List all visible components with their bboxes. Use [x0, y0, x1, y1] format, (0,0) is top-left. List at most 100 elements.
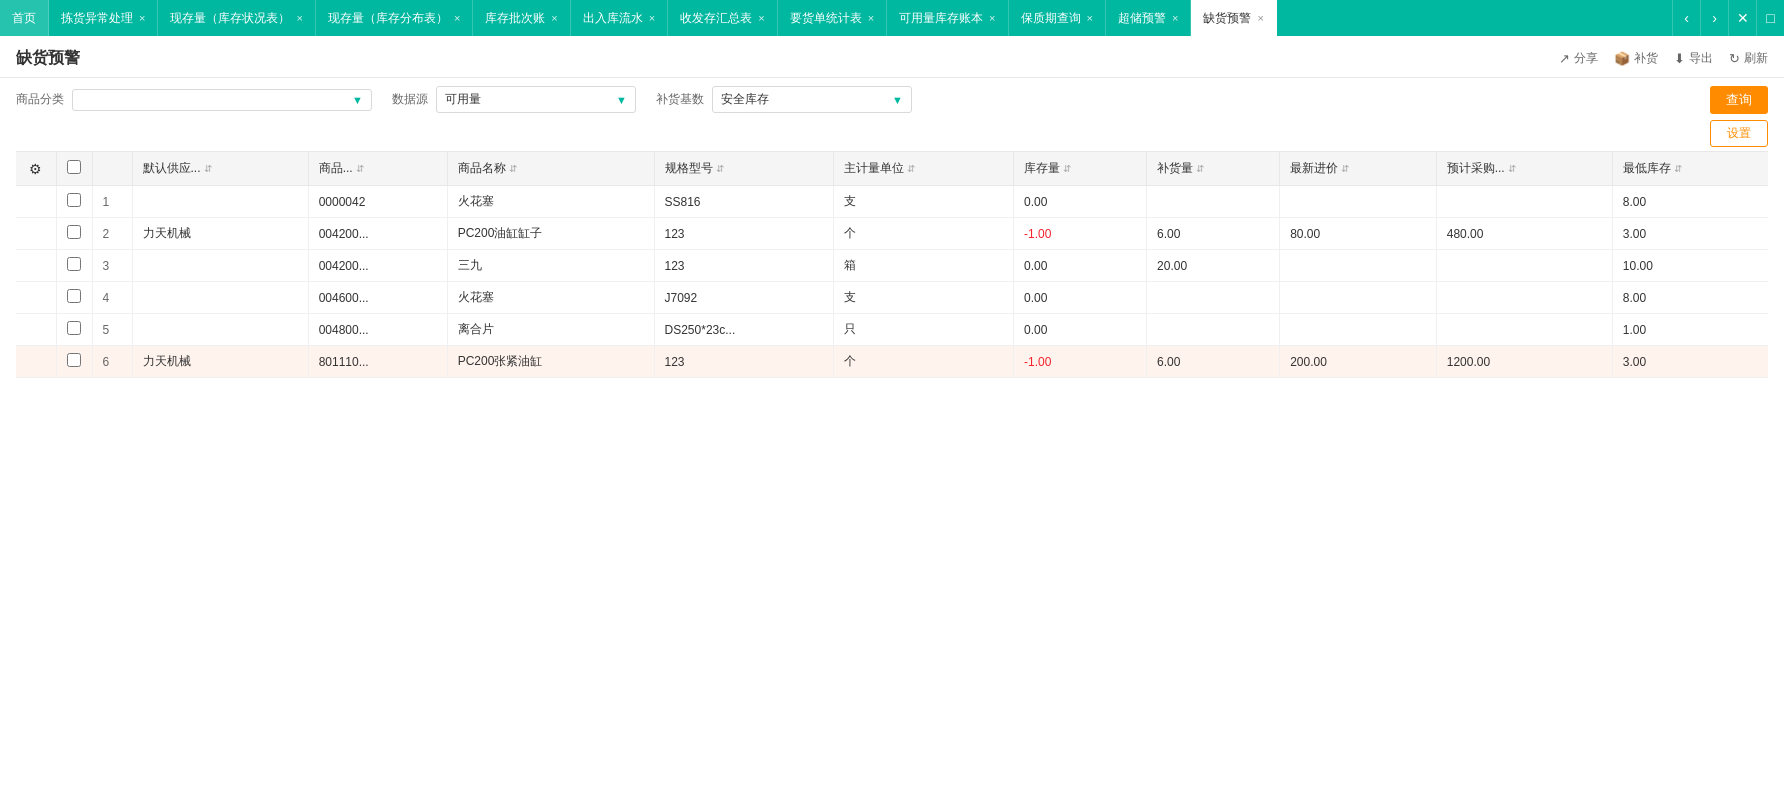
row-spec: J7092 — [654, 282, 833, 314]
tab-item-stock-status[interactable]: 现存量（库存状况表）× — [158, 0, 315, 36]
tab-item-home[interactable]: 首页 — [0, 0, 49, 36]
col-header-min-stock[interactable]: 最低库存 ⇵ — [1612, 152, 1768, 186]
tab-item-exception[interactable]: 拣货异常处理× — [49, 0, 158, 36]
replenish-select[interactable]: 安全库存 ▼ — [712, 86, 912, 113]
tab-item-expire[interactable]: 保质期查询× — [1009, 0, 1106, 36]
tab-close-all-button[interactable]: ✕ — [1728, 0, 1756, 36]
row-unit: 个 — [834, 346, 1014, 378]
row-checkbox-2[interactable] — [67, 225, 81, 239]
tab-close-stock-status[interactable]: × — [296, 12, 302, 24]
col-header-stock-qty[interactable]: 库存量 ⇵ — [1014, 152, 1147, 186]
tab-close-receive[interactable]: × — [758, 12, 764, 24]
tab-close-inout[interactable]: × — [649, 12, 655, 24]
col-header-settings: ⚙ — [16, 152, 56, 186]
row-num: 3 — [92, 250, 132, 282]
tab-item-batch[interactable]: 库存批次账× — [473, 0, 570, 36]
datasource-select[interactable]: 可用量 ▼ — [436, 86, 636, 113]
row-latest-price: 200.00 — [1280, 346, 1437, 378]
page-title: 缺货预警 — [16, 48, 1559, 69]
tab-item-overstock[interactable]: 超储预警× — [1106, 0, 1191, 36]
tab-close-available[interactable]: × — [989, 12, 995, 24]
table-settings-icon[interactable]: ⚙ — [29, 161, 42, 177]
tab-item-available[interactable]: 可用量库存账本× — [887, 0, 1008, 36]
row-product-name: 三九 — [447, 250, 654, 282]
sort-supplier-icon: ⇵ — [204, 163, 212, 174]
sort-replenish-icon: ⇵ — [1196, 163, 1204, 174]
row-product-code: 004800... — [308, 314, 447, 346]
row-latest-price — [1280, 282, 1437, 314]
tab-close-stock-dist[interactable]: × — [454, 12, 460, 24]
row-settings — [16, 346, 56, 378]
tab-close-overstock[interactable]: × — [1172, 12, 1178, 24]
row-check[interactable] — [56, 218, 92, 250]
row-check[interactable] — [56, 250, 92, 282]
category-label: 商品分类 — [16, 91, 64, 108]
row-product-code: 801110... — [308, 346, 447, 378]
header-actions: ↗ 分享 📦 补货 ⬇ 导出 ↻ 刷新 — [1559, 50, 1768, 67]
settings-button[interactable]: 设置 — [1710, 120, 1768, 147]
col-header-supplier[interactable]: 默认供应... ⇵ — [132, 152, 308, 186]
tab-close-order-stat[interactable]: × — [868, 12, 874, 24]
row-unit: 支 — [834, 282, 1014, 314]
row-replenish-qty — [1147, 314, 1280, 346]
replenish-button[interactable]: 📦 补货 — [1614, 50, 1658, 67]
row-check[interactable] — [56, 346, 92, 378]
sort-min-icon: ⇵ — [1674, 163, 1682, 174]
tab-item-receive[interactable]: 收发存汇总表× — [668, 0, 777, 36]
col-header-product-code[interactable]: 商品... ⇵ — [308, 152, 447, 186]
col-header-spec[interactable]: 规格型号 ⇵ — [654, 152, 833, 186]
category-select[interactable]: ▼ — [72, 89, 372, 111]
replenish-arrow-icon: ▼ — [892, 94, 903, 106]
tab-close-batch[interactable]: × — [551, 12, 557, 24]
col-header-latest-price[interactable]: 最新进价 ⇵ — [1280, 152, 1437, 186]
tab-close-shortage[interactable]: × — [1257, 12, 1263, 24]
row-product-name: PC200张紧油缸 — [447, 346, 654, 378]
row-checkbox-6[interactable] — [67, 353, 81, 367]
col-header-estimated[interactable]: 预计采购... ⇵ — [1436, 152, 1612, 186]
tab-item-order-stat[interactable]: 要货单统计表× — [778, 0, 887, 36]
tab-next-button[interactable]: › — [1700, 0, 1728, 36]
tab-close-exception[interactable]: × — [139, 12, 145, 24]
row-checkbox-4[interactable] — [67, 289, 81, 303]
row-supplier — [132, 186, 308, 218]
datasource-label: 数据源 — [392, 91, 428, 108]
col-header-replenish-qty[interactable]: 补货量 ⇵ — [1147, 152, 1280, 186]
row-num: 2 — [92, 218, 132, 250]
row-checkbox-1[interactable] — [67, 193, 81, 207]
tab-item-shortage[interactable]: 缺货预警× — [1191, 0, 1276, 36]
table-row: 3 004200... 三九 123 箱 0.00 20.00 10.00 — [16, 250, 1768, 282]
row-num: 6 — [92, 346, 132, 378]
row-replenish-qty: 6.00 — [1147, 218, 1280, 250]
row-check[interactable] — [56, 314, 92, 346]
select-all-checkbox[interactable] — [67, 160, 81, 174]
tab-prev-button[interactable]: ‹ — [1672, 0, 1700, 36]
share-button[interactable]: ↗ 分享 — [1559, 50, 1598, 67]
row-spec: 123 — [654, 218, 833, 250]
share-icon: ↗ — [1559, 51, 1570, 66]
row-replenish-qty — [1147, 282, 1280, 314]
row-replenish-qty: 6.00 — [1147, 346, 1280, 378]
row-unit: 箱 — [834, 250, 1014, 282]
tab-close-expire[interactable]: × — [1087, 12, 1093, 24]
col-header-unit[interactable]: 主计量单位 ⇵ — [834, 152, 1014, 186]
col-header-product-name[interactable]: 商品名称 ⇵ — [447, 152, 654, 186]
row-supplier — [132, 314, 308, 346]
tab-item-stock-dist[interactable]: 现存量（库存分布表）× — [316, 0, 473, 36]
row-min-stock: 8.00 — [1612, 282, 1768, 314]
export-button[interactable]: ⬇ 导出 — [1674, 50, 1713, 67]
row-settings — [16, 282, 56, 314]
tab-maximize-button[interactable]: □ — [1756, 0, 1784, 36]
row-stock-qty: -1.00 — [1014, 346, 1147, 378]
row-spec: 123 — [654, 346, 833, 378]
row-checkbox-3[interactable] — [67, 257, 81, 271]
row-check[interactable] — [56, 282, 92, 314]
query-button[interactable]: 查询 — [1710, 86, 1768, 114]
tab-item-inout[interactable]: 出入库流水× — [571, 0, 668, 36]
row-stock-qty: 0.00 — [1014, 282, 1147, 314]
row-supplier: 力天机械 — [132, 346, 308, 378]
refresh-button[interactable]: ↻ 刷新 — [1729, 50, 1768, 67]
row-checkbox-5[interactable] — [67, 321, 81, 335]
table-header-row: ⚙ 默认供应... ⇵ 商品... — [16, 152, 1768, 186]
row-check[interactable] — [56, 186, 92, 218]
row-supplier: 力天机械 — [132, 218, 308, 250]
